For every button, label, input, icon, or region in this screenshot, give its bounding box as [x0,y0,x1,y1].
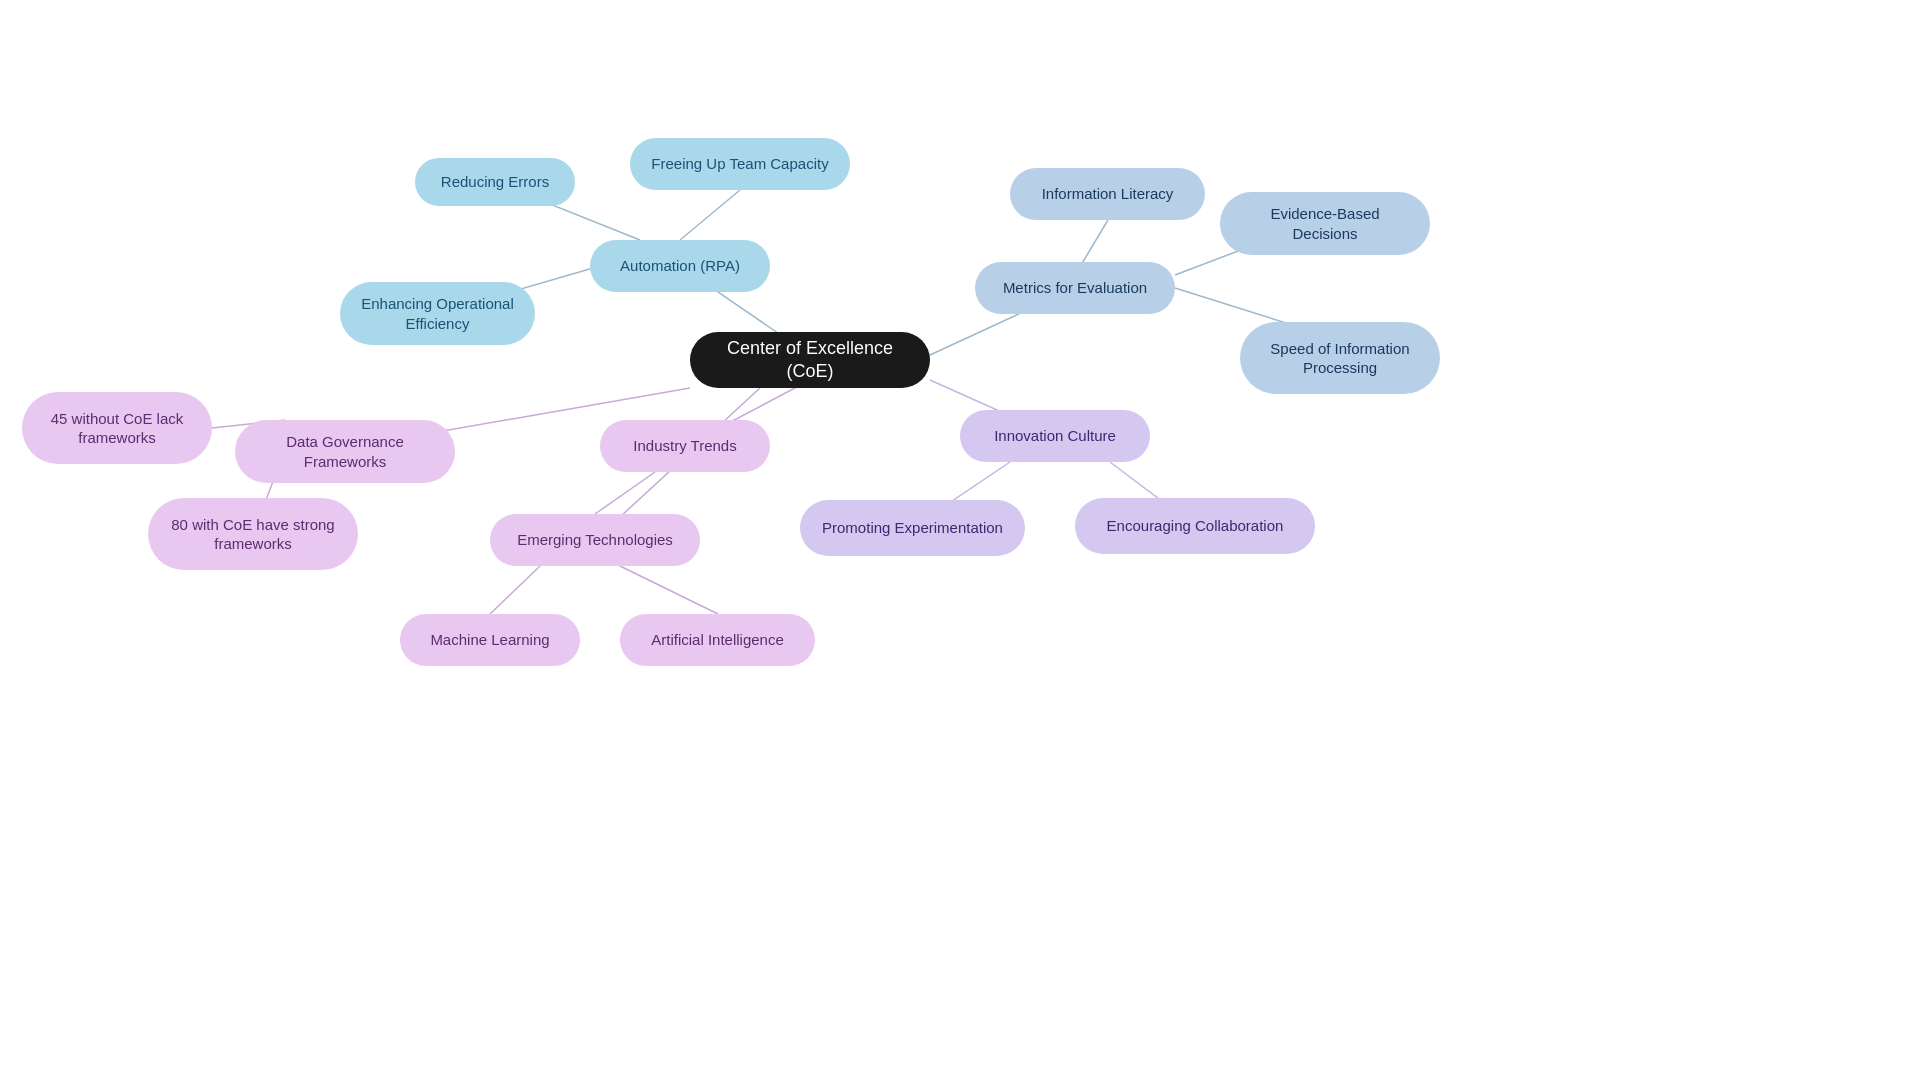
encouraging-node: Encouraging Collaboration [1075,498,1315,554]
svg-line-14 [595,472,655,514]
metrics-node: Metrics for Evaluation [975,262,1175,314]
machine-learning-node: Machine Learning [400,614,580,666]
info-literacy-node: Information Literacy [1010,168,1205,220]
evidence-based-node: Evidence-Based Decisions [1220,192,1430,255]
reducing-errors-node: Reducing Errors [415,158,575,206]
svg-line-7 [680,190,740,240]
automation-node: Automation (RPA) [590,240,770,292]
speed-node: Speed of Information Processing [1240,322,1440,394]
data-governance-node: Data Governance Frameworks [235,420,455,483]
industry-trends-node: Industry Trends [600,420,770,472]
ai-node: Artificial Intelligence [620,614,815,666]
emerging-node: Emerging Technologies [490,514,700,566]
freeing-up-node: Freeing Up Team Capacity [630,138,850,190]
enhancing-node: Enhancing Operational Efficiency [340,282,535,345]
svg-line-16 [620,566,718,614]
center-node: Center of Excellence (CoE) [690,332,930,388]
svg-line-15 [490,566,540,614]
promoting-node: Promoting Experimentation [800,500,1025,556]
innovation-node: Innovation Culture [960,410,1150,462]
45-without-node: 45 without CoE lack frameworks [22,392,212,464]
80-with-node: 80 with CoE have strong frameworks [148,498,358,570]
